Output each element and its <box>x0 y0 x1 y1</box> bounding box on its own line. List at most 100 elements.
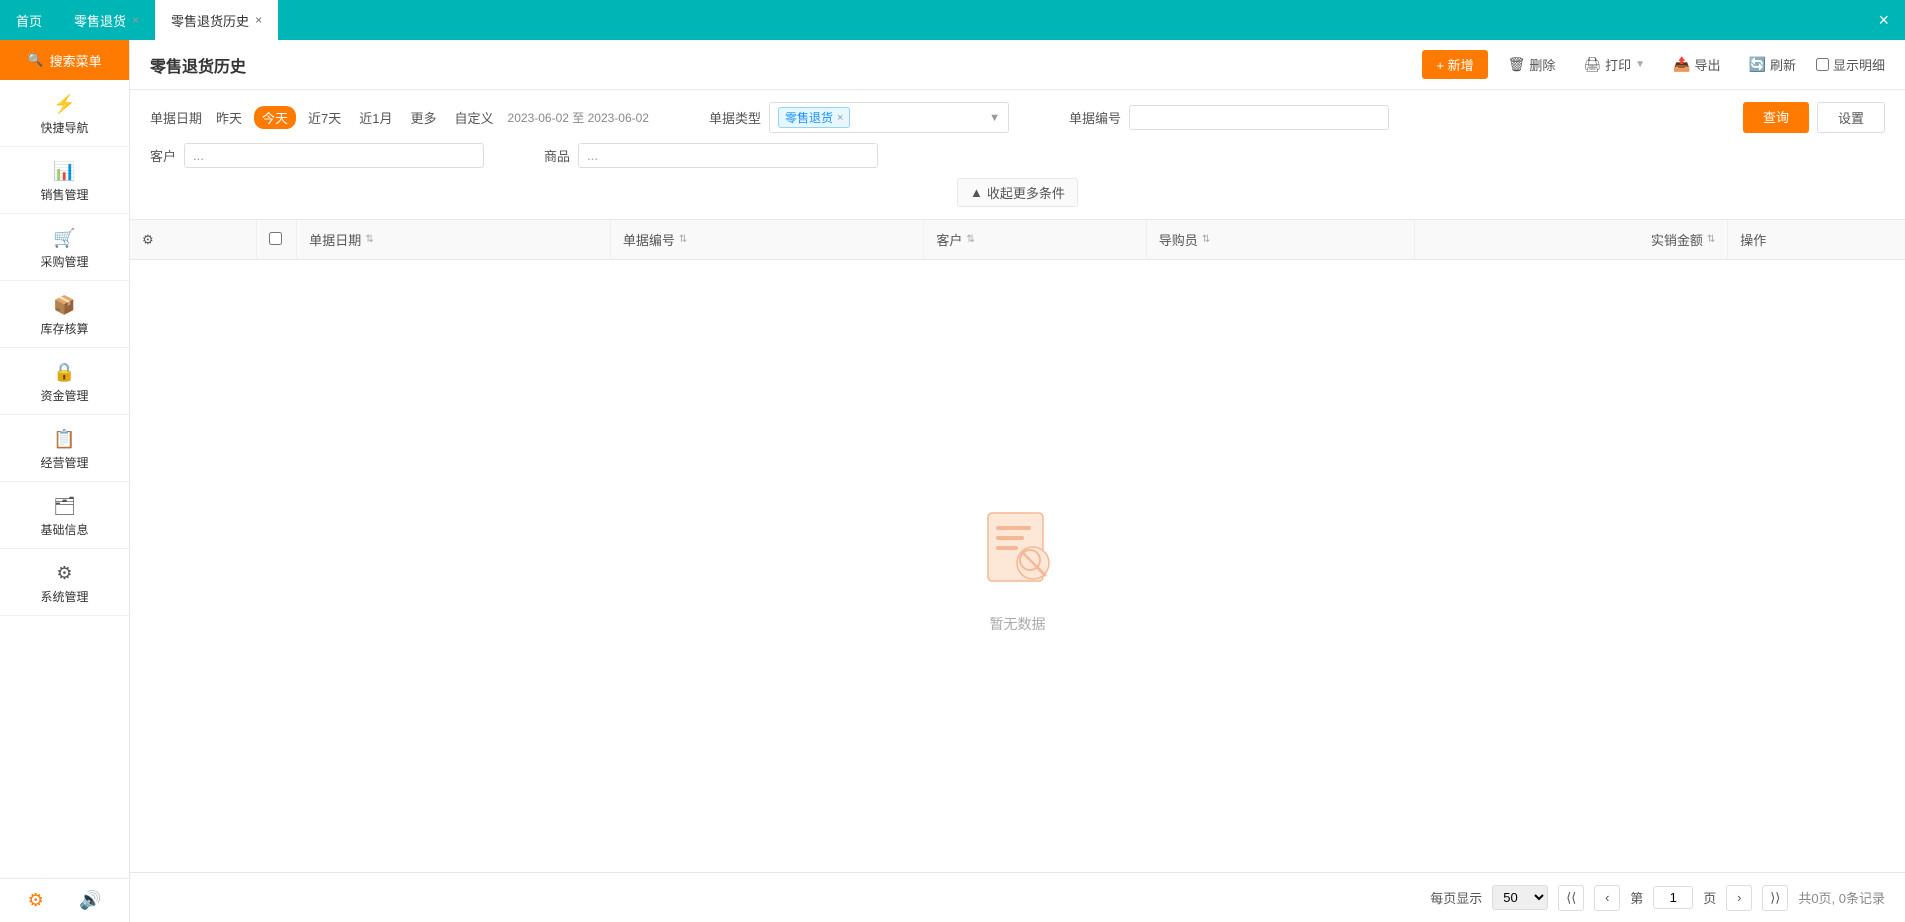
sidebar-item-system-mgmt-label: 系统管理 <box>40 588 88 605</box>
tab-retail-return-history[interactable]: 零售退货历史 × <box>155 0 278 40</box>
doc-type-tag-close[interactable]: × <box>837 112 843 124</box>
export-button[interactable]: 📤 导出 <box>1665 51 1728 78</box>
sidebar-item-finance[interactable]: 🔒 资金管理 <box>0 348 129 415</box>
customer-filter-item: 客户 ... <box>150 143 484 168</box>
sidebar: 🔍 搜索菜单 ⚡ 快捷导航 📊 销售管理 🛒 采购管理 📦 库存核算 🔒 <box>0 40 130 922</box>
total-info: 共0页, 0条记录 <box>1798 888 1885 907</box>
date-option-custom[interactable]: 自定义 <box>449 106 500 129</box>
tab-retail-return-label: 零售退货 <box>74 11 126 30</box>
empty-text: 暂无数据 <box>990 614 1046 634</box>
th-doc-no-sort[interactable]: 单据编号 ⇅ <box>623 230 912 249</box>
sidebar-item-quick-nav[interactable]: ⚡ 快捷导航 <box>0 80 129 147</box>
empty-state-icon <box>968 498 1068 598</box>
page-title: 零售退货历史 <box>150 53 246 77</box>
print-dropdown-icon: ▼ <box>1635 59 1645 70</box>
tab-retail-return-history-close[interactable]: × <box>255 13 262 27</box>
doc-type-filter-item: 单据类型 零售退货 × ▼ <box>709 102 1009 133</box>
refresh-button[interactable]: 🔄 刷新 <box>1741 51 1804 78</box>
date-filter-item: 单据日期 昨天 今天 近7天 近1月 更多 自定义 2023-06-02 至 2… <box>150 106 649 129</box>
sidebar-item-inventory[interactable]: 📦 库存核算 <box>0 281 129 348</box>
purchase-mgmt-icon: 🛒 <box>53 228 75 249</box>
sidebar-item-system-mgmt[interactable]: ⚙ 系统管理 <box>0 549 129 616</box>
display-detail-checkbox[interactable] <box>1816 58 1829 71</box>
display-detail-toggle[interactable]: 显示明细 <box>1816 55 1885 74</box>
date-option-today[interactable]: 今天 <box>254 106 296 129</box>
collapse-row: ▲ 收起更多条件 <box>150 178 1885 207</box>
th-doc-no[interactable]: 单据编号 ⇅ <box>610 220 924 260</box>
refresh-button-label: 刷新 <box>1770 55 1796 74</box>
print-button[interactable]: 🖨 打印 ▼ <box>1575 51 1653 78</box>
customer-sort-icon: ⇅ <box>966 234 974 245</box>
th-operation: 操作 <box>1728 220 1905 260</box>
select-all-checkbox[interactable] <box>269 232 282 245</box>
date-option-1month[interactable]: 近1月 <box>353 106 398 129</box>
date-range-display: 2023-06-02 至 2023-06-02 <box>508 109 649 126</box>
query-button[interactable]: 查询 <box>1743 102 1809 133</box>
customer-select[interactable]: ... <box>184 143 484 168</box>
sidebar-search-label: 搜索菜单 <box>50 51 102 70</box>
th-checkbox[interactable] <box>257 220 297 260</box>
system-mgmt-icon: ⚙ <box>56 563 72 584</box>
doc-no-filter-item: 单据编号 <box>1069 105 1389 130</box>
collapse-button[interactable]: ▲ 收起更多条件 <box>957 178 1078 207</box>
date-option-yesterday[interactable]: 昨天 <box>210 106 248 129</box>
th-doc-date[interactable]: 单据日期 ⇅ <box>297 220 611 260</box>
delete-button[interactable]: 🗑 删除 <box>1500 51 1564 78</box>
customer-dots: ... <box>193 148 204 163</box>
date-option-more[interactable]: 更多 <box>405 106 443 129</box>
th-customer[interactable]: 客户 ⇅ <box>924 220 1146 260</box>
operations-icon: 📋 <box>53 429 75 450</box>
delete-icon: 🗑 <box>1508 56 1526 73</box>
settings-icon[interactable]: ⚙ <box>142 232 154 247</box>
doc-no-sort-icon: ⇅ <box>679 234 687 245</box>
goods-select[interactable]: ... <box>578 143 878 168</box>
sidebar-item-quick-nav-label: 快捷导航 <box>40 119 88 136</box>
customer-label: 客户 <box>150 146 176 165</box>
th-guide-sort[interactable]: 导购员 ⇅ <box>1159 230 1402 249</box>
tab-retail-return[interactable]: 零售退货 × <box>58 0 155 40</box>
page-size-label: 每页显示 <box>1430 888 1482 907</box>
last-page-button[interactable]: ⟩⟩ <box>1762 885 1788 911</box>
tab-home[interactable]: 首页 <box>0 0 58 40</box>
sidebar-item-operations[interactable]: 📋 经营管理 <box>0 415 129 482</box>
th-actual-amount-sort[interactable]: 实销金额 ⇅ <box>1427 230 1716 249</box>
print-button-label: 打印 <box>1605 55 1631 74</box>
goods-filter-item: 商品 ... <box>544 143 878 168</box>
sidebar-item-sales-mgmt[interactable]: 📊 销售管理 <box>0 147 129 214</box>
th-customer-label: 客户 <box>936 230 962 249</box>
sales-mgmt-icon: 📊 <box>53 161 75 182</box>
delete-button-label: 删除 <box>1529 55 1555 74</box>
sidebar-search[interactable]: 🔍 搜索菜单 <box>0 40 129 80</box>
doc-type-label: 单据类型 <box>709 108 761 127</box>
filter-row-2: 客户 ... 商品 ... <box>150 143 1885 168</box>
basic-info-icon: 🗂 <box>53 496 76 517</box>
th-settings[interactable]: ⚙ <box>130 220 257 260</box>
doc-no-input[interactable] <box>1129 105 1389 130</box>
sidebar-item-purchase-mgmt[interactable]: 🛒 采购管理 <box>0 214 129 281</box>
doc-no-label: 单据编号 <box>1069 108 1121 127</box>
doc-type-select[interactable]: 零售退货 × ▼ <box>769 102 1009 133</box>
page-size-select[interactable]: 20 50 100 <box>1492 885 1548 910</box>
first-page-button[interactable]: ⟨⟨ <box>1558 885 1584 911</box>
th-guide-label: 导购员 <box>1159 230 1198 249</box>
prev-page-button[interactable]: ‹ <box>1594 885 1620 911</box>
sidebar-item-basic-info[interactable]: 🗂 基础信息 <box>0 482 129 549</box>
table-header-row: ⚙ 单据日期 ⇅ 单据编号 <box>130 220 1905 260</box>
window-close-button[interactable]: × <box>1862 10 1905 31</box>
next-page-button[interactable]: › <box>1726 885 1752 911</box>
table-head: ⚙ 单据日期 ⇅ 单据编号 <box>130 220 1905 260</box>
tab-retail-return-close[interactable]: × <box>132 13 139 27</box>
quick-nav-icon: ⚡ <box>53 94 75 115</box>
date-option-7days[interactable]: 近7天 <box>302 106 347 129</box>
sidebar-item-purchase-mgmt-label: 采购管理 <box>40 253 88 270</box>
settings-bottom-icon[interactable]: ⚙ <box>28 890 44 911</box>
th-customer-sort[interactable]: 客户 ⇅ <box>936 230 1133 249</box>
th-guide[interactable]: 导购员 ⇅ <box>1146 220 1414 260</box>
th-doc-date-sort[interactable]: 单据日期 ⇅ <box>309 230 598 249</box>
settings-button[interactable]: 设置 <box>1817 102 1885 133</box>
sidebar-item-finance-label: 资金管理 <box>40 387 88 404</box>
th-actual-amount[interactable]: 实销金额 ⇅ <box>1414 220 1728 260</box>
new-button[interactable]: + 新增 <box>1422 50 1487 79</box>
volume-bottom-icon[interactable]: 🔊 <box>79 890 101 911</box>
page-number-input[interactable] <box>1653 886 1693 909</box>
